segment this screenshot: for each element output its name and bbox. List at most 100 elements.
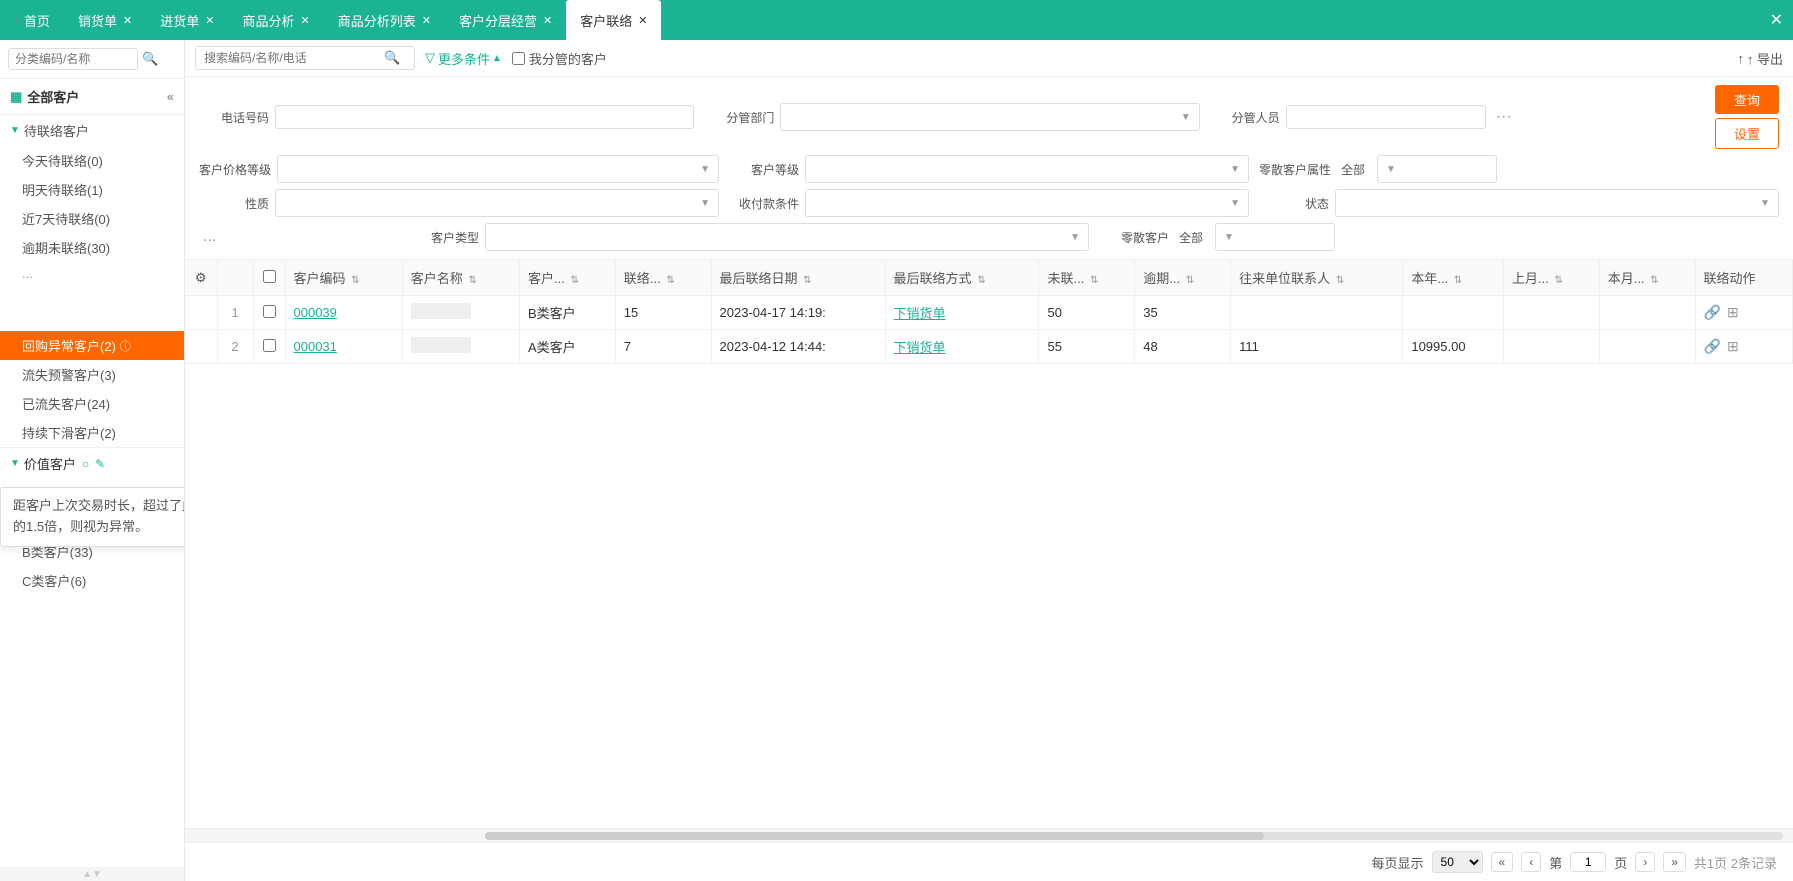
col-check[interactable]	[253, 260, 285, 296]
select-all-checkbox[interactable]	[263, 270, 276, 283]
col-level-sort[interactable]: ⇅	[570, 275, 578, 286]
sidebar-item-7days[interactable]: 近7天待联络(0)	[0, 204, 184, 233]
sidebar-item-class-c[interactable]: C类客户(6)	[0, 566, 184, 595]
col-this-year-sort[interactable]: ⇅	[1454, 275, 1462, 286]
col-last-method[interactable]: 最后联络方式 ⇅	[885, 260, 1039, 296]
nav-item-home[interactable]: 首页	[10, 0, 64, 40]
search-input[interactable]	[204, 51, 384, 65]
value-group-circle-icon[interactable]: ○	[82, 457, 89, 471]
col-last-method-sort[interactable]: ⇅	[977, 275, 985, 286]
last-page-btn[interactable]: »	[1663, 852, 1686, 872]
export-btn[interactable]: ↑ ↑ 导出	[1737, 49, 1783, 68]
nav-close-customer-segment[interactable]: ✕	[543, 14, 552, 27]
col-name[interactable]: 客户名称 ⇅	[402, 260, 519, 296]
col-uncontacted[interactable]: 未联... ⇅	[1039, 260, 1135, 296]
horizontal-scrollbar[interactable]	[185, 828, 1793, 842]
filter-select-nature[interactable]: ▼	[275, 189, 719, 217]
nav-close-customer-contact[interactable]: ✕	[638, 14, 647, 27]
col-last-date-sort[interactable]: ⇅	[803, 275, 811, 286]
row2-check[interactable]	[253, 330, 285, 364]
col-overdue[interactable]: 逾期... ⇅	[1135, 260, 1231, 296]
filter-select-retail2[interactable]: ▼	[1215, 223, 1335, 251]
sidebar-item-lost-warning[interactable]: 流失预警客户(3)	[0, 360, 184, 389]
filter-select-status[interactable]: ▼	[1335, 189, 1779, 217]
col-contact-sort[interactable]: ⇅	[666, 275, 674, 286]
sidebar-pending-group[interactable]: ▼ 待联络客户	[0, 115, 184, 146]
row2-checkbox[interactable]	[263, 339, 276, 352]
nav-close-purchase[interactable]: ✕	[205, 14, 214, 27]
nav-item-customer-segment[interactable]: 客户分层经营 ✕	[445, 0, 566, 40]
filter-select-dept[interactable]: ▼	[780, 103, 1199, 131]
filter-input-manager[interactable]	[1286, 105, 1486, 129]
filter-dots-expand[interactable]: ...	[199, 228, 220, 246]
col-company-contact-sort[interactable]: ⇅	[1336, 275, 1344, 286]
sidebar-resize-handle[interactable]: ▲▼	[0, 867, 184, 881]
nav-item-analysis[interactable]: 商品分析 ✕	[228, 0, 323, 40]
col-code[interactable]: 客户编码 ⇅	[285, 260, 402, 296]
col-code-sort[interactable]: ⇅	[351, 275, 359, 286]
row1-code[interactable]: 000039	[285, 296, 402, 330]
filter-input-phone[interactable]	[275, 105, 694, 129]
first-page-btn[interactable]: «	[1491, 852, 1514, 872]
per-page-select[interactable]: 50 100 200	[1432, 851, 1483, 873]
nav-item-purchase[interactable]: 进货单 ✕	[146, 0, 228, 40]
row2-method-link[interactable]: 下销货单	[894, 340, 946, 355]
sidebar-item-declining[interactable]: 持续下滑客户(2)	[0, 418, 184, 447]
col-this-year[interactable]: 本年... ⇅	[1403, 260, 1504, 296]
search-icon[interactable]: 🔍	[384, 50, 400, 66]
sidebar-search-icon[interactable]: 🔍	[142, 51, 158, 67]
col-last-month-sort[interactable]: ⇅	[1554, 275, 1562, 286]
col-overdue-sort[interactable]: ⇅	[1186, 275, 1194, 286]
nav-item-customer-contact[interactable]: 客户联络 ✕	[566, 0, 661, 40]
filter-select-price-level[interactable]: ▼	[277, 155, 719, 183]
sidebar-item-tomorrow[interactable]: 明天待联络(1)	[0, 175, 184, 204]
my-customers-checkbox[interactable]	[512, 52, 525, 65]
col-level[interactable]: 客户... ⇅	[519, 260, 615, 296]
col-contact[interactable]: 联络... ⇅	[615, 260, 711, 296]
nav-close-sales[interactable]: ✕	[123, 14, 132, 27]
row1-method-link[interactable]: 下销货单	[894, 306, 946, 321]
sidebar-item-abnormal-repurchase[interactable]: 回购异常客户(2) ⓘ	[0, 331, 184, 360]
row1-checkbox[interactable]	[263, 305, 276, 318]
nav-item-sales[interactable]: 销货单 ✕	[64, 0, 146, 40]
sidebar-dots-button[interactable]: ...	[22, 266, 33, 281]
sidebar-item-lost[interactable]: 已流失客户(24)	[0, 389, 184, 418]
nav-close-analysis[interactable]: ✕	[301, 14, 310, 27]
row1-code-link[interactable]: 000039	[294, 305, 337, 320]
row1-last-method[interactable]: 下销货单	[885, 296, 1039, 330]
row1-link-icon[interactable]: 🔗	[1704, 304, 1721, 321]
filter-select-customer-level[interactable]: ▼	[805, 155, 1249, 183]
col-company-contact[interactable]: 往来单位联系人 ⇅	[1231, 260, 1403, 296]
page-number-input[interactable]	[1570, 852, 1606, 872]
col-this-month-sort[interactable]: ⇅	[1650, 275, 1658, 286]
filter-select-ctype[interactable]: ▼	[485, 223, 1089, 251]
row2-code-link[interactable]: 000031	[294, 339, 337, 354]
sidebar-item-overdue[interactable]: 逾期未联络(30)	[0, 233, 184, 262]
sidebar-all-customers[interactable]: ▦ 全部客户 «	[0, 79, 184, 115]
filter-select-payment[interactable]: ▼	[805, 189, 1249, 217]
row1-name[interactable]	[402, 296, 519, 330]
col-this-month[interactable]: 本月... ⇅	[1599, 260, 1695, 296]
row2-link-icon[interactable]: 🔗	[1704, 338, 1721, 355]
nav-close-analysis-list[interactable]: ✕	[422, 14, 431, 27]
col-last-month[interactable]: 上月... ⇅	[1503, 260, 1599, 296]
close-all-tabs-icon[interactable]: ✕	[1770, 10, 1783, 30]
sidebar-search-input[interactable]	[8, 48, 138, 70]
row1-grid-icon[interactable]: ⊞	[1727, 304, 1739, 321]
filter-select-retail-attr[interactable]: ▼	[1377, 155, 1497, 183]
setting-button[interactable]: 设置	[1715, 118, 1779, 149]
value-group-edit-icon[interactable]: ✎	[95, 457, 105, 471]
next-page-btn[interactable]: ›	[1635, 852, 1655, 872]
query-button[interactable]: 查询	[1715, 85, 1779, 114]
row2-grid-icon[interactable]: ⊞	[1727, 338, 1739, 355]
row2-name[interactable]	[402, 330, 519, 364]
more-conditions-btn[interactable]: ▽ 更多条件 ▲	[425, 49, 502, 68]
sidebar-value-group[interactable]: ▼ 价值客户 ○ ✎	[0, 447, 184, 479]
row1-check[interactable]	[253, 296, 285, 330]
prev-page-btn[interactable]: ‹	[1521, 852, 1541, 872]
col-uncontacted-sort[interactable]: ⇅	[1090, 275, 1098, 286]
col-name-sort[interactable]: ⇅	[468, 275, 476, 286]
row2-last-method[interactable]: 下销货单	[885, 330, 1039, 364]
filter-dots-manager[interactable]: ···	[1492, 108, 1516, 126]
sidebar-collapse-icon[interactable]: «	[167, 89, 174, 104]
